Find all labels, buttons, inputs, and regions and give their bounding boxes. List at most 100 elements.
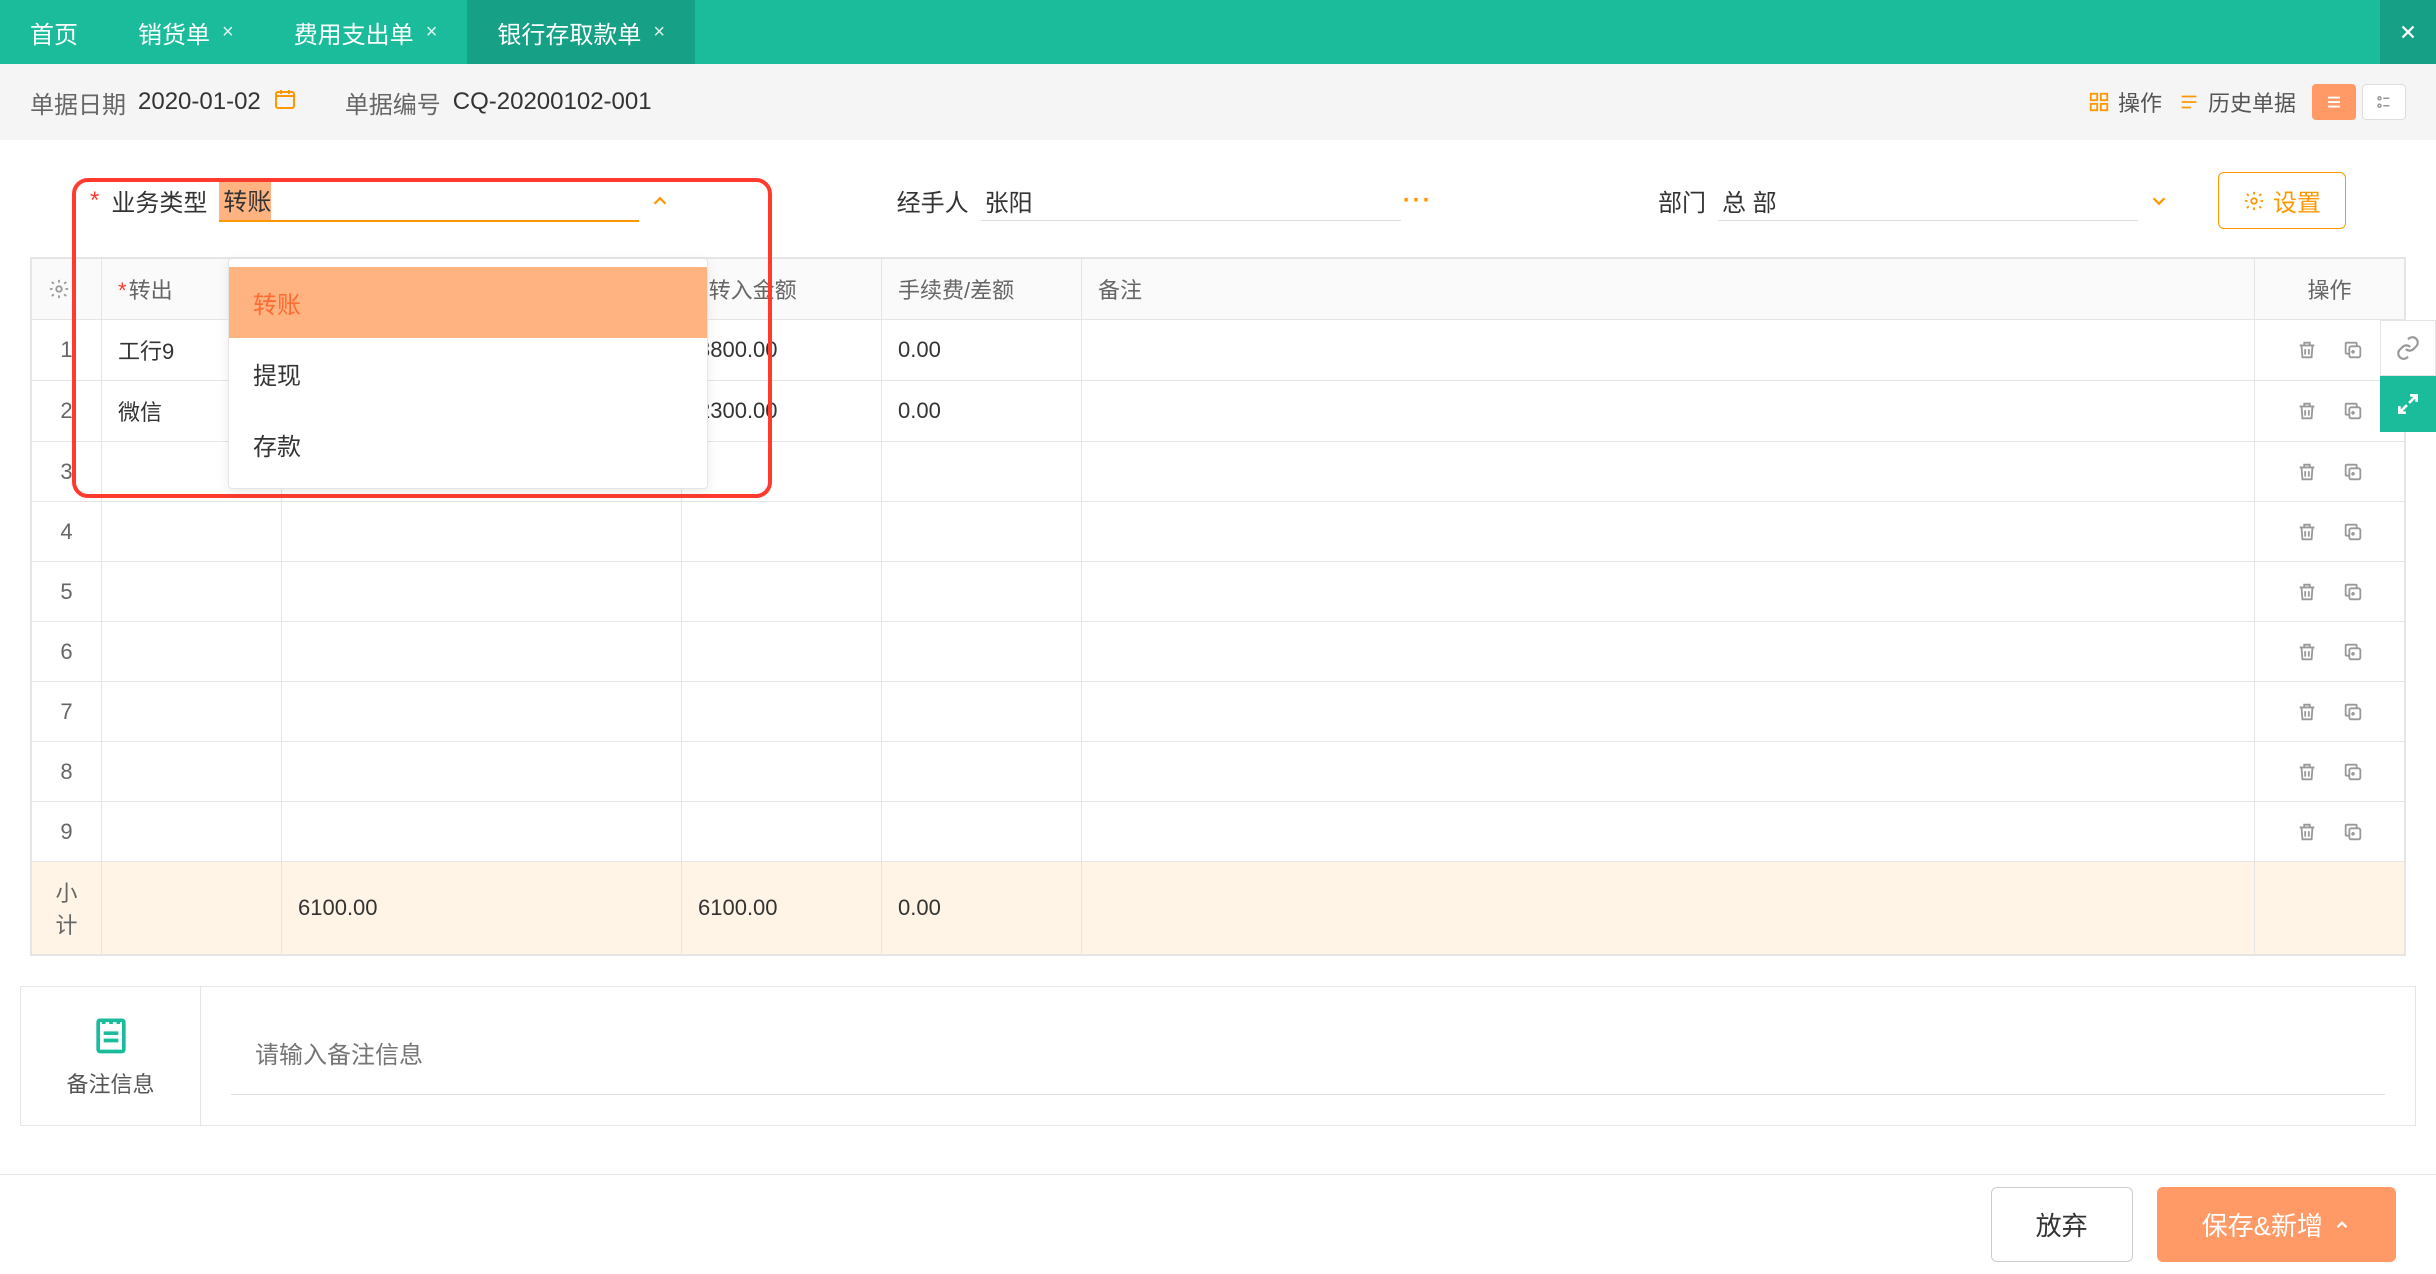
delete-row-button[interactable] (2296, 521, 2318, 543)
cell-fee[interactable] (882, 682, 1082, 742)
cell-remark[interactable] (1082, 320, 2255, 381)
copy-row-button[interactable] (2342, 521, 2364, 543)
remark-input[interactable] (231, 1017, 2385, 1095)
settings-button[interactable]: 设置 (2218, 172, 2346, 229)
date-value[interactable]: 2020-01-02 (138, 88, 261, 116)
row-index: 1 (32, 320, 102, 381)
cell-fee[interactable] (882, 742, 1082, 802)
chevron-up-icon[interactable] (649, 190, 671, 212)
table-row[interactable]: 6 (32, 622, 2405, 682)
cell-out-account[interactable] (102, 682, 282, 742)
expand-widget[interactable] (2380, 376, 2436, 432)
cell-fee[interactable] (882, 442, 1082, 502)
number-value: CQ-20200102-001 (453, 88, 652, 116)
cell-out-amount[interactable] (282, 502, 682, 562)
tab-sales[interactable]: 销货单× (108, 0, 264, 64)
more-icon[interactable]: ··· (1403, 187, 1433, 215)
cell-out-account[interactable] (102, 622, 282, 682)
ops-menu[interactable]: 操作 (2088, 86, 2162, 118)
dropdown-option-deposit[interactable]: 存款 (229, 409, 707, 480)
cell-remark[interactable] (1082, 742, 2255, 802)
cell-fee[interactable] (882, 502, 1082, 562)
cell-out-amount[interactable] (282, 802, 682, 862)
cell-in-amount[interactable] (682, 682, 882, 742)
cell-remark[interactable] (1082, 682, 2255, 742)
copy-row-button[interactable] (2342, 461, 2364, 483)
discard-button[interactable]: 放弃 (1991, 1187, 2133, 1262)
cell-in-amount[interactable] (682, 502, 882, 562)
cell-out-account[interactable] (102, 562, 282, 622)
cell-ops (2255, 442, 2405, 502)
delete-row-button[interactable] (2296, 701, 2318, 723)
biz-type-input[interactable] (219, 180, 639, 222)
cell-fee[interactable] (882, 802, 1082, 862)
cell-in-amount[interactable] (682, 562, 882, 622)
cell-remark[interactable] (1082, 802, 2255, 862)
chevron-down-icon[interactable] (2148, 190, 2170, 212)
cell-remark[interactable] (1082, 562, 2255, 622)
table-row[interactable]: 4 (32, 502, 2405, 562)
calendar-icon[interactable] (273, 87, 297, 118)
cell-fee[interactable] (882, 562, 1082, 622)
delete-row-button[interactable] (2296, 400, 2318, 422)
dropdown-option-transfer[interactable]: 转账 (229, 267, 707, 338)
ops-label: 操作 (2118, 86, 2162, 118)
copy-row-button[interactable] (2342, 400, 2364, 422)
row-index: 7 (32, 682, 102, 742)
save-and-new-button[interactable]: 保存&新增 (2157, 1187, 2396, 1262)
copy-row-button[interactable] (2342, 581, 2364, 603)
cell-out-amount[interactable] (282, 682, 682, 742)
cell-out-amount[interactable] (282, 622, 682, 682)
list-view-icon (2323, 93, 2345, 111)
handler-input[interactable] (981, 180, 1401, 221)
close-panel-button[interactable] (2380, 0, 2436, 64)
cell-remark[interactable] (1082, 502, 2255, 562)
cell-out-account[interactable] (102, 802, 282, 862)
delete-row-button[interactable] (2296, 641, 2318, 663)
tab-expense[interactable]: 费用支出单× (264, 0, 468, 64)
cell-out-amount[interactable] (282, 742, 682, 802)
cell-in-amount[interactable]: 3800.00 (682, 320, 882, 381)
attachment-widget[interactable] (2380, 320, 2436, 376)
copy-row-button[interactable] (2342, 339, 2364, 361)
tab-home[interactable]: 首页 (0, 0, 108, 64)
close-icon[interactable]: × (222, 21, 234, 44)
copy-row-button[interactable] (2342, 821, 2364, 843)
column-config[interactable] (32, 259, 102, 320)
cell-fee[interactable]: 0.00 (882, 320, 1082, 381)
delete-row-button[interactable] (2296, 339, 2318, 361)
delete-row-button[interactable] (2296, 821, 2318, 843)
cell-out-amount[interactable] (282, 562, 682, 622)
table-row[interactable]: 7 (32, 682, 2405, 742)
history-link[interactable]: 历史单据 (2178, 86, 2296, 118)
close-icon[interactable]: × (653, 21, 665, 44)
dropdown-option-withdraw[interactable]: 提现 (229, 338, 707, 409)
tab-bank-transfer[interactable]: 银行存取款单× (467, 0, 695, 64)
dept-input[interactable] (1718, 180, 2138, 221)
cell-in-amount[interactable] (682, 622, 882, 682)
cell-fee[interactable]: 0.00 (882, 381, 1082, 442)
table-row[interactable]: 9 (32, 802, 2405, 862)
cell-remark[interactable] (1082, 381, 2255, 442)
cell-out-account[interactable] (102, 742, 282, 802)
cell-in-amount[interactable] (682, 802, 882, 862)
cell-fee[interactable] (882, 622, 1082, 682)
cell-in-amount[interactable] (682, 742, 882, 802)
cell-in-amount[interactable]: 2300.00 (682, 381, 882, 442)
cell-remark[interactable] (1082, 622, 2255, 682)
close-icon[interactable]: × (426, 21, 438, 44)
cell-remark[interactable] (1082, 442, 2255, 502)
cell-out-account[interactable] (102, 502, 282, 562)
view-list-button[interactable] (2312, 84, 2356, 120)
delete-row-button[interactable] (2296, 581, 2318, 603)
copy-row-button[interactable] (2342, 641, 2364, 663)
table-row[interactable]: 5 (32, 562, 2405, 622)
copy-row-button[interactable] (2342, 761, 2364, 783)
cell-in-amount[interactable] (682, 442, 882, 502)
table-row[interactable]: 8 (32, 742, 2405, 802)
copy-row-button[interactable] (2342, 701, 2364, 723)
delete-row-button[interactable] (2296, 461, 2318, 483)
delete-row-button[interactable] (2296, 761, 2318, 783)
view-form-button[interactable] (2362, 84, 2406, 120)
remark-section: 备注信息 (20, 986, 2416, 1126)
